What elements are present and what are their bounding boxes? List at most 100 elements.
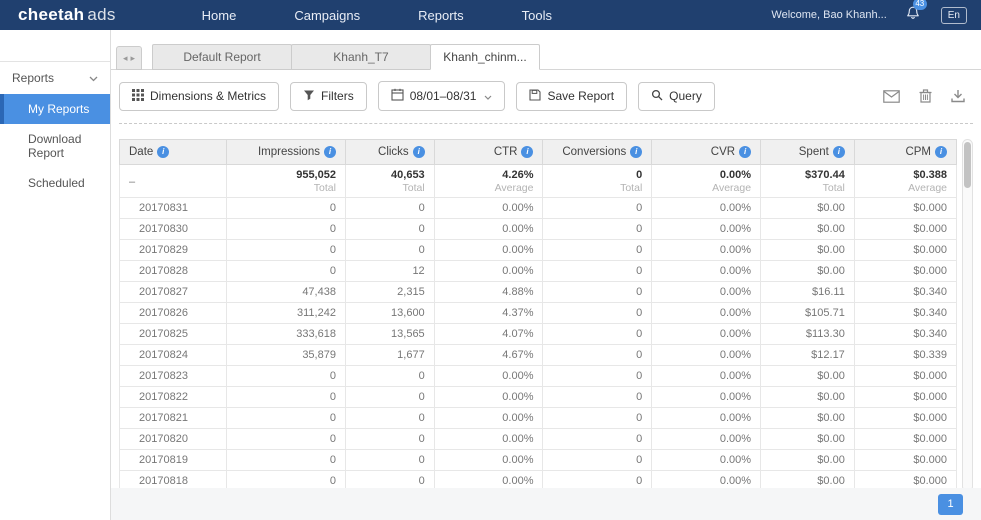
tab-scroll-left-icon[interactable]: ◂ <box>123 53 128 64</box>
value-cell: 0 <box>344 449 435 471</box>
nav-item-tools[interactable]: Tools <box>508 8 566 23</box>
value-cell: 0 <box>226 386 346 408</box>
column-header-conversions[interactable]: Conversions i <box>542 139 653 165</box>
value-cell: $0.000 <box>853 365 958 387</box>
dimensions-metrics-button[interactable]: Dimensions & Metrics <box>119 81 280 111</box>
report-tab[interactable]: Khanh_T7 <box>291 44 431 70</box>
column-header-cpm[interactable]: CPM i <box>853 139 958 165</box>
main-layout: Reports My Reports Download Report Schedul… <box>0 30 981 520</box>
pagination-page-1[interactable]: 1 <box>938 494 963 515</box>
totals-cell: $0.388 Average <box>853 164 958 198</box>
value-cell: 0.00% <box>433 239 544 261</box>
vertical-scrollbar[interactable] <box>962 139 973 492</box>
table-header-row: Date i Impressions i Clicks i CTR i Conversions i… <box>118 139 958 165</box>
column-label: Spent <box>798 146 829 158</box>
brand-logo[interactable]: cheetah ads <box>18 5 116 25</box>
column-header-date[interactable]: Date i <box>118 139 228 165</box>
tab-scroll-right-icon[interactable]: ▸ <box>131 53 136 64</box>
table-row: 20170822 0 0 0.00% 0 0.00% $0.00 $0.000 <box>118 386 958 408</box>
value-cell: 1,677 <box>344 344 435 366</box>
report-tab[interactable]: Default Report <box>152 44 292 70</box>
value-cell: 0 <box>226 218 346 240</box>
tab-scroll-arrows[interactable]: ◂ ▸ <box>116 46 142 70</box>
info-icon[interactable]: i <box>935 146 947 158</box>
value-cell: $0.00 <box>760 365 855 387</box>
notifications-button[interactable]: 43 <box>905 0 927 26</box>
info-icon[interactable]: i <box>323 146 336 158</box>
mail-icon[interactable] <box>883 89 900 103</box>
column-header-impressions[interactable]: Impressions i <box>226 139 346 165</box>
language-selector[interactable]: En <box>940 6 967 24</box>
filters-button[interactable]: Filters <box>290 81 367 111</box>
trash-icon[interactable] <box>919 89 932 103</box>
info-icon[interactable]: i <box>630 146 643 158</box>
nav-item-home[interactable]: Home <box>188 8 251 23</box>
column-header-cvr[interactable]: CVR i <box>651 139 762 165</box>
totals-value: 4.26% <box>502 169 534 181</box>
value-cell: $0.00 <box>760 197 855 219</box>
column-label: Conversions <box>562 146 627 158</box>
report-tab[interactable]: Khanh_chinm... <box>430 44 540 70</box>
value-cell: 0.00% <box>433 407 544 429</box>
date-cell: 20170829 <box>118 239 228 261</box>
chevron-down-icon <box>484 89 492 103</box>
calendar-icon <box>391 88 404 104</box>
nav-item-reports[interactable]: Reports <box>404 8 478 23</box>
info-icon[interactable]: i <box>412 146 425 158</box>
value-cell: 0 <box>226 449 346 471</box>
info-icon[interactable]: i <box>157 146 170 158</box>
save-report-button[interactable]: Save Report <box>516 81 628 111</box>
totals-cell: 4.26% Average <box>433 164 544 198</box>
totals-value: 0.00% <box>719 169 752 181</box>
sidebar-group-reports[interactable]: Reports <box>0 61 110 94</box>
brand-bold: cheetah <box>18 5 85 24</box>
column-label: CPM <box>905 146 931 158</box>
value-cell: 0.00% <box>433 197 544 219</box>
download-icon[interactable] <box>951 89 965 103</box>
table-row: 20170820 0 0 0.00% 0 0.00% $0.00 $0.000 <box>118 428 958 450</box>
sidebar-item-my-reports[interactable]: My Reports <box>0 94 110 124</box>
brand-light: ads <box>87 5 116 24</box>
value-cell: 0 <box>226 365 346 387</box>
value-cell: 0 <box>344 197 435 219</box>
info-icon[interactable]: i <box>739 146 752 158</box>
value-cell: $0.339 <box>853 344 958 366</box>
value-cell: 0 <box>226 407 346 429</box>
nav-item-campaigns[interactable]: Campaigns <box>280 8 374 23</box>
value-cell: 0 <box>542 344 653 366</box>
scrollbar-thumb[interactable] <box>964 142 971 188</box>
save-report-label: Save Report <box>547 89 615 103</box>
column-header-spent[interactable]: Spent i <box>760 139 855 165</box>
table-row: 20170821 0 0 0.00% 0 0.00% $0.00 $0.000 <box>118 407 958 429</box>
date-cell: 20170825 <box>118 323 228 345</box>
column-header-ctr[interactable]: CTR i <box>433 139 544 165</box>
value-cell: 0.00% <box>433 365 544 387</box>
info-icon[interactable]: i <box>832 146 845 158</box>
value-cell: $16.11 <box>760 281 855 303</box>
content-footer <box>111 488 981 520</box>
column-header-clicks[interactable]: Clicks i <box>344 139 435 165</box>
column-label: Date <box>129 146 154 158</box>
value-cell: 0.00% <box>433 449 544 471</box>
table-row: 20170825 333,618 13,565 4.07% 0 0.00% $113.30 $… <box>118 323 958 345</box>
notification-badge: 43 <box>912 0 927 10</box>
value-cell: 0 <box>542 407 653 429</box>
value-cell: 0 <box>344 386 435 408</box>
totals-cell: 955,052 Total <box>226 164 346 198</box>
welcome-user-menu[interactable]: Welcome, Bao Khanh... <box>771 9 886 21</box>
value-cell: $0.000 <box>853 386 958 408</box>
sidebar-item-download-report[interactable]: Download Report <box>0 124 110 168</box>
sidebar-item-scheduled[interactable]: Scheduled <box>0 168 110 198</box>
value-cell: $0.340 <box>853 323 958 345</box>
value-cell: 2,315 <box>344 281 435 303</box>
info-icon[interactable]: i <box>521 146 534 158</box>
value-cell: 0.00% <box>433 428 544 450</box>
query-button[interactable]: Query <box>638 81 715 111</box>
toolbar-right-icons <box>883 89 965 103</box>
content-area: ◂ ▸ Default Report Khanh_T7 Khanh_chinm...… <box>111 30 981 520</box>
value-cell: 0.00% <box>651 386 762 408</box>
value-cell: 0 <box>542 449 653 471</box>
date-range-button[interactable]: 08/01–08/31 <box>377 81 506 111</box>
totals-kind-label: Average <box>908 182 947 194</box>
totals-kind-label: Total <box>822 182 845 194</box>
